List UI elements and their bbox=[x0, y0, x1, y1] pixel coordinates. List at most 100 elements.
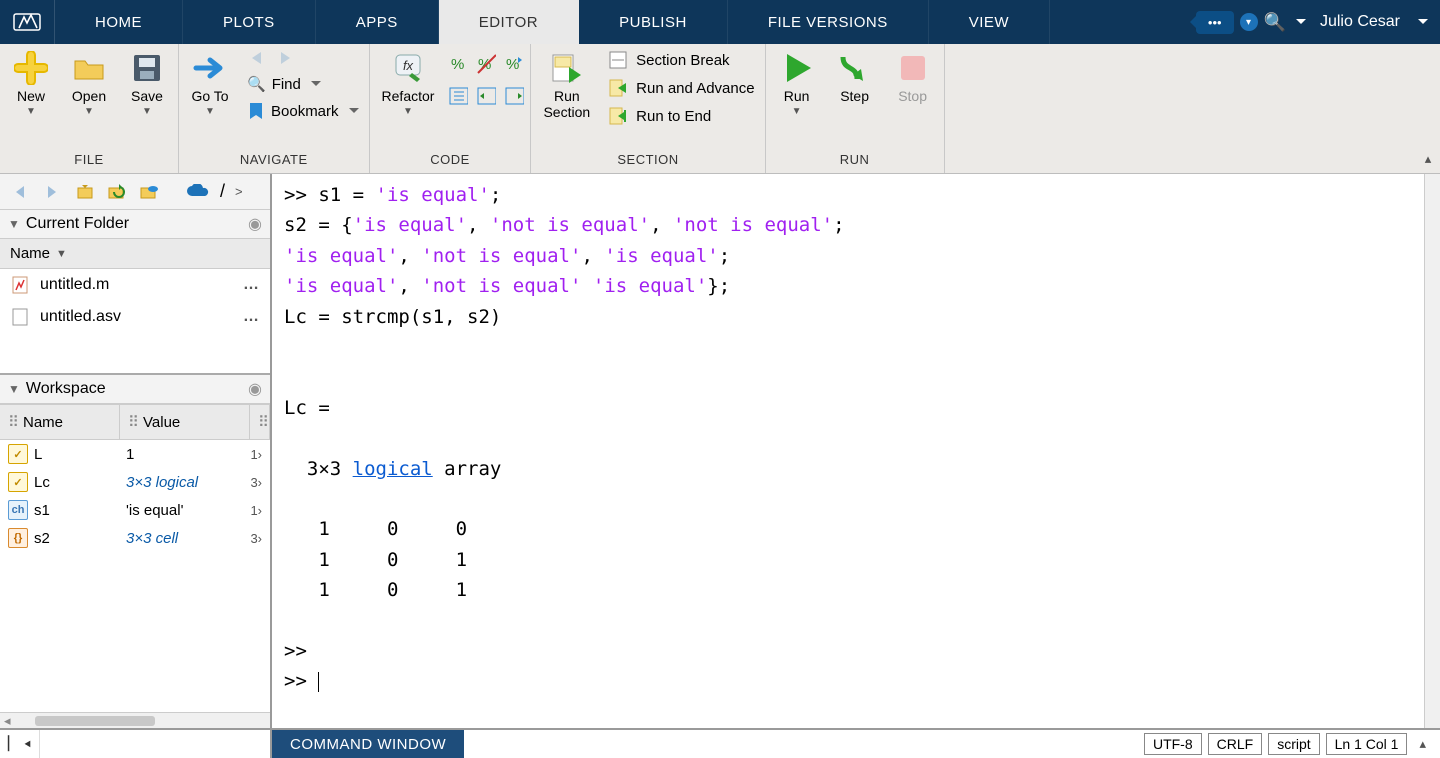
comment-icon[interactable]: % bbox=[448, 54, 468, 74]
indent-left-icon[interactable] bbox=[504, 86, 524, 106]
logical-badge-icon: ✓ bbox=[8, 444, 28, 464]
search-icon[interactable]: 🔍 bbox=[1264, 12, 1286, 33]
command-window-content[interactable]: >> s1 = 'is equal';s2 = {'is equal', 'no… bbox=[272, 174, 1440, 728]
find-button[interactable]: 🔍 Find bbox=[243, 74, 363, 94]
workspace-title: Workspace bbox=[26, 380, 106, 398]
svg-text:fx: fx bbox=[403, 58, 414, 73]
run-advance-icon bbox=[608, 78, 628, 98]
var-extra: 3› bbox=[240, 531, 262, 546]
file-more-icon[interactable]: … bbox=[243, 276, 260, 294]
addr-path-sep[interactable]: / bbox=[216, 181, 229, 202]
tab-file-versions[interactable]: FILE VERSIONS bbox=[728, 0, 929, 44]
editor-ribbon: New▼ Open▼ Save▼ FILE Go To▼ bbox=[0, 44, 1440, 174]
save-button[interactable]: Save▼ bbox=[122, 48, 172, 119]
command-window-label[interactable]: COMMAND WINDOW bbox=[272, 730, 464, 758]
addr-fwd-icon[interactable] bbox=[40, 179, 66, 205]
workspace-var-row[interactable]: {}s23×3 cell3› bbox=[0, 524, 270, 552]
run-and-advance-button[interactable]: Run and Advance bbox=[604, 76, 758, 100]
tab-apps[interactable]: APPS bbox=[316, 0, 439, 44]
eol-chip[interactable]: CRLF bbox=[1208, 733, 1263, 755]
current-folder-title: Current Folder bbox=[26, 215, 129, 233]
ws-header-value[interactable]: ⠿ Value bbox=[120, 405, 250, 439]
ribbon-label-section: SECTION bbox=[537, 148, 758, 173]
ribbon-group-code: fx Refactor▼ % % % CODE bbox=[370, 44, 532, 173]
encoding-chip[interactable]: UTF-8 bbox=[1144, 733, 1202, 755]
uncomment-icon[interactable]: % bbox=[476, 54, 496, 74]
mode-chip[interactable]: script bbox=[1268, 733, 1319, 755]
file-name-header[interactable]: Name▼ bbox=[0, 239, 270, 269]
logical-type-link[interactable]: logical bbox=[353, 458, 433, 480]
addr-path-chevron[interactable]: > bbox=[235, 184, 243, 199]
workspace-var-row[interactable]: ✓Lc3×3 logical3› bbox=[0, 468, 270, 496]
ribbon-group-run: Run▼ Step Stop RUN bbox=[766, 44, 945, 173]
addr-folder-reload-icon[interactable] bbox=[104, 179, 130, 205]
ribbon-label-code: CODE bbox=[376, 148, 525, 173]
refactor-button[interactable]: fx Refactor▼ bbox=[376, 48, 441, 119]
indent-icon[interactable] bbox=[448, 86, 468, 106]
goto-start-icon[interactable]: ⎸◂ bbox=[0, 730, 40, 758]
user-menu-caret[interactable] bbox=[1418, 19, 1428, 29]
run-section-button[interactable]: Run Section bbox=[537, 48, 596, 122]
workspace-var-row[interactable]: ✓ L 1 1› bbox=[0, 440, 270, 468]
var-value: 3×3 logical bbox=[126, 474, 232, 491]
tab-view[interactable]: VIEW bbox=[929, 0, 1050, 44]
open-button[interactable]: Open▼ bbox=[64, 48, 114, 119]
goto-button[interactable]: Go To▼ bbox=[185, 48, 235, 119]
tab-editor[interactable]: EDITOR bbox=[439, 0, 579, 44]
search-dropdown-caret[interactable] bbox=[1296, 19, 1306, 29]
new-button[interactable]: New▼ bbox=[6, 48, 56, 119]
run-button[interactable]: Run▼ bbox=[772, 48, 822, 119]
ribbon-label-navigate: NAVIGATE bbox=[185, 148, 363, 173]
addr-folder-cloud-icon[interactable] bbox=[136, 179, 162, 205]
var-value: 1 bbox=[126, 446, 232, 463]
svg-text:%: % bbox=[506, 56, 519, 73]
workspace-hscroll[interactable]: ◂ bbox=[0, 712, 270, 728]
var-value: 3×3 cell bbox=[126, 530, 232, 547]
help-circle-icon[interactable]: ▾ bbox=[1240, 13, 1258, 31]
var-name: s2 bbox=[34, 530, 50, 547]
cursor-pos-chip[interactable]: Ln 1 Col 1 bbox=[1326, 733, 1408, 755]
file-name: untitled.m bbox=[40, 276, 109, 294]
current-folder-header[interactable]: ▼ Current Folder ◉ bbox=[0, 210, 270, 239]
ws-header-name[interactable]: ⠿ Name bbox=[0, 405, 120, 439]
nav-back-forward[interactable] bbox=[243, 48, 363, 68]
panel-menu-icon[interactable]: ◉ bbox=[248, 379, 262, 399]
tab-publish[interactable]: PUBLISH bbox=[579, 0, 728, 44]
addr-back-icon[interactable] bbox=[8, 179, 34, 205]
more-commands-chip[interactable]: ••• bbox=[1196, 11, 1234, 34]
var-extra: 1› bbox=[240, 447, 262, 462]
section-break-button[interactable]: Section Break bbox=[604, 48, 758, 72]
main-tabstrip: HOMEPLOTSAPPSEDITORPUBLISHFILE VERSIONSV… bbox=[0, 0, 1440, 44]
run-to-end-button[interactable]: Run to End bbox=[604, 104, 758, 128]
ribbon-group-file: New▼ Open▼ Save▼ FILE bbox=[0, 44, 179, 173]
wrap-comment-icon[interactable]: % bbox=[504, 54, 524, 74]
command-vscroll[interactable] bbox=[1424, 174, 1440, 728]
cloud-icon[interactable] bbox=[184, 179, 210, 205]
nav-back-icon bbox=[247, 49, 269, 67]
indent-right-icon[interactable] bbox=[476, 86, 496, 106]
workspace-var-row[interactable]: chs1'is equal'1› bbox=[0, 496, 270, 524]
var-name: L bbox=[34, 446, 42, 463]
stop-button[interactable]: Stop bbox=[888, 48, 938, 106]
ribbon-label-file: FILE bbox=[6, 148, 172, 173]
step-button[interactable]: Step bbox=[830, 48, 880, 106]
user-name[interactable]: Julio Cesar bbox=[1312, 13, 1408, 31]
char-badge-icon: ch bbox=[8, 500, 28, 520]
addr-up-icon[interactable] bbox=[72, 179, 98, 205]
workspace-header[interactable]: ▼ Workspace ◉ bbox=[0, 373, 270, 404]
file-more-icon[interactable]: … bbox=[243, 308, 260, 326]
file-row[interactable]: untitled.m … bbox=[0, 269, 270, 301]
panel-menu-icon[interactable]: ◉ bbox=[248, 214, 262, 234]
var-value: 'is equal' bbox=[126, 502, 232, 519]
ws-header-more[interactable]: ⠿ bbox=[250, 405, 270, 439]
bookmark-button[interactable]: Bookmark bbox=[243, 100, 363, 122]
status-expand-icon[interactable]: ▴ bbox=[1413, 736, 1432, 752]
collapse-icon[interactable]: ▼ bbox=[8, 382, 20, 396]
ribbon-collapse-button[interactable]: ▴ bbox=[1416, 44, 1440, 173]
file-icon bbox=[10, 307, 30, 327]
tab-plots[interactable]: PLOTS bbox=[183, 0, 316, 44]
collapse-icon[interactable]: ▼ bbox=[8, 217, 20, 231]
logical-badge-icon: ✓ bbox=[8, 472, 28, 492]
file-row[interactable]: untitled.asv… bbox=[0, 301, 270, 333]
tab-home[interactable]: HOME bbox=[55, 0, 183, 44]
